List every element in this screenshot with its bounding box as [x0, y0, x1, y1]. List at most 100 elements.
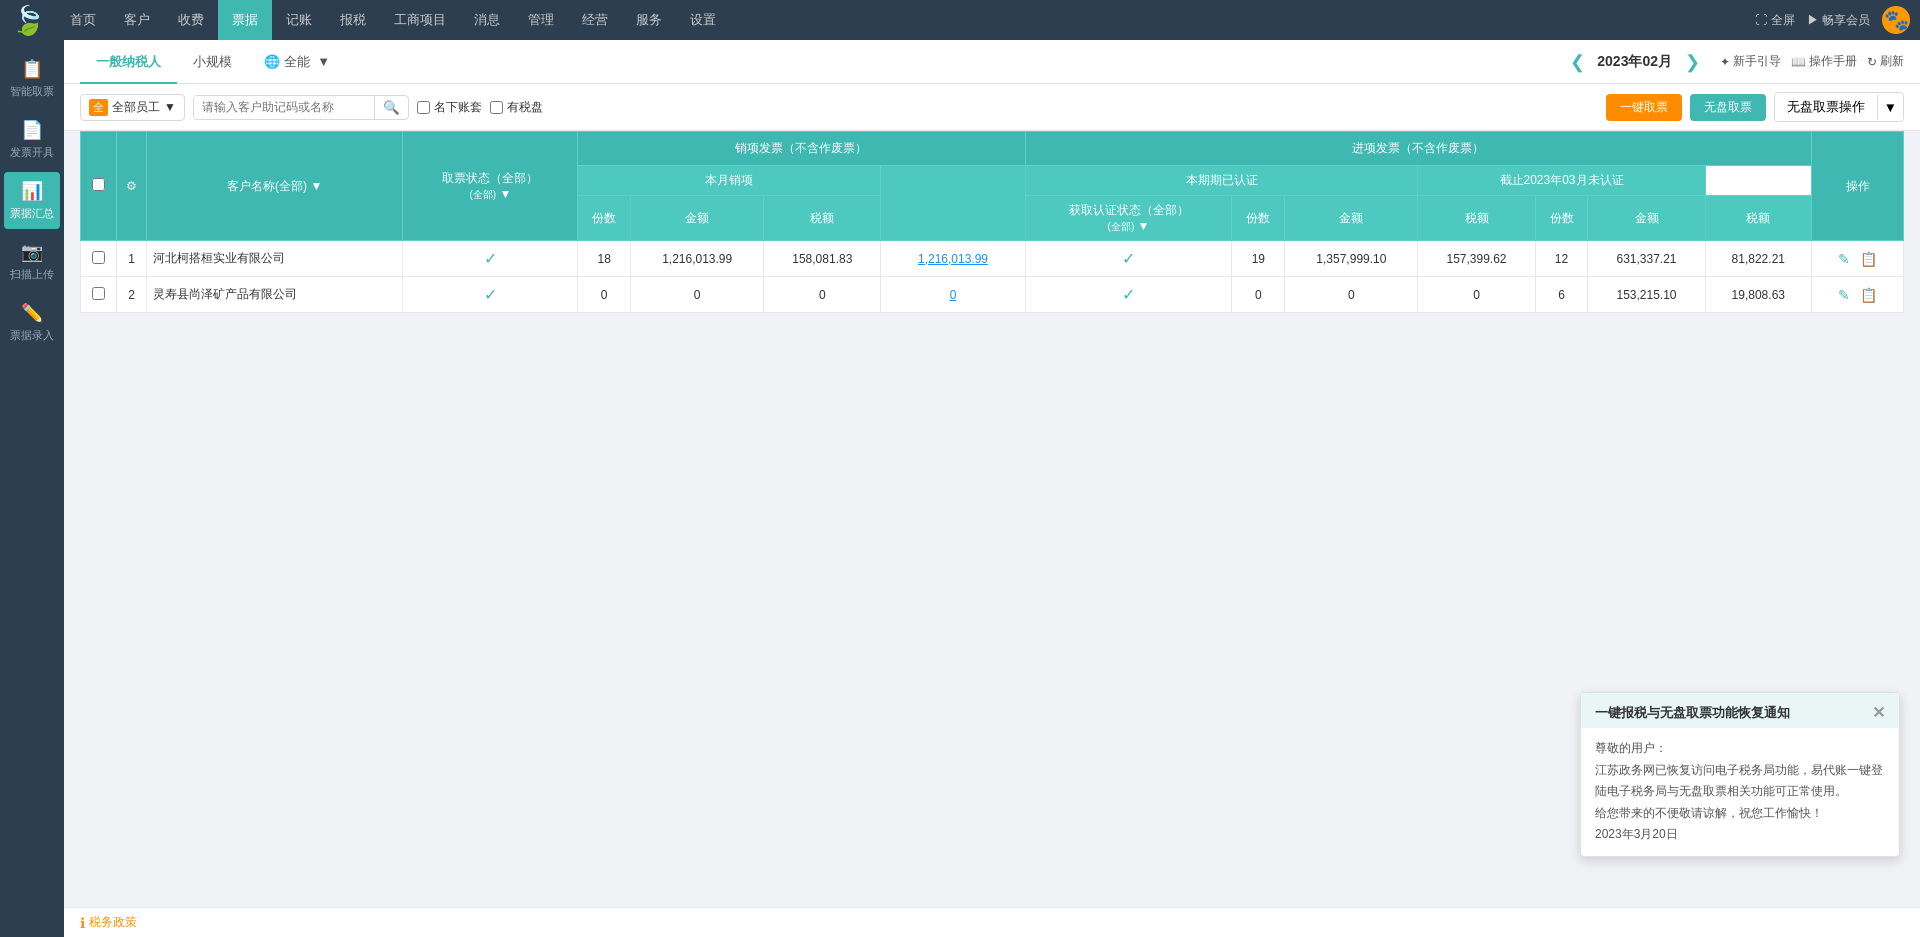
- th-checkbox: [81, 132, 117, 241]
- nav-item-fee[interactable]: 收费: [164, 0, 218, 40]
- nav-item-service[interactable]: 服务: [622, 0, 676, 40]
- row1-shares-un-cell: 12: [1535, 241, 1588, 277]
- row2-detail-icon[interactable]: 📋: [1860, 287, 1877, 303]
- row1-checkbox-cell: [81, 241, 117, 277]
- row2-customer-cell: 灵寿县尚泽矿产品有限公司: [147, 277, 403, 313]
- nav-item-manage[interactable]: 管理: [514, 0, 568, 40]
- table-header-top: ⚙ 客户名称(全部) ▼ 取票状态（全部） (全部) ▼ 销项发票（不含作废: [81, 132, 1904, 166]
- refresh-link[interactable]: ↻ 刷新: [1867, 53, 1904, 70]
- th-operation: 操作: [1812, 132, 1904, 241]
- guide-link[interactable]: ✦ 新手引导: [1720, 53, 1781, 70]
- nav-item-message[interactable]: 消息: [460, 0, 514, 40]
- row1-amount-in-cell: 1,357,999.10: [1285, 241, 1418, 277]
- tab-small-scale[interactable]: 小规模: [177, 40, 248, 84]
- th-cumulative12: [881, 166, 1025, 241]
- row1-num-cell: 1: [117, 241, 147, 277]
- top-navigation: 🍃 首页 客户 收费 票据 记账 报税 工商项目 消息 管理 经营 服务 设置 …: [0, 0, 1920, 40]
- diskless-operation-main-button[interactable]: 无盘取票操作: [1775, 93, 1877, 121]
- smart-ticket-icon: 📋: [21, 58, 43, 80]
- sidebar-item-issue-invoice[interactable]: 📄 发票开具: [4, 111, 60, 168]
- toolbar: 全 全部员工 ▼ 🔍 名下账套 有税盘 一键取票: [64, 84, 1920, 131]
- pick-status-check-icon2: ✓: [484, 286, 497, 303]
- info-icon: ℹ: [80, 915, 85, 931]
- sidebar-item-label-smart: 智能取票: [10, 84, 54, 99]
- nav-item-operation[interactable]: 经营: [568, 0, 622, 40]
- tab-full[interactable]: 🌐 全能 ▼: [248, 40, 346, 84]
- nav-item-customer[interactable]: 客户: [110, 0, 164, 40]
- date-next-button[interactable]: ❯: [1680, 50, 1704, 74]
- nav-menu: 首页 客户 收费 票据 记账 报税 工商项目 消息 管理 经营 服务 设置: [56, 0, 1755, 40]
- fullscreen-btn[interactable]: ⛶ 全屏: [1755, 12, 1794, 29]
- certify-status-filter-icon[interactable]: ▼: [1138, 219, 1150, 233]
- date-prev-button[interactable]: ❮: [1565, 50, 1589, 74]
- manual-link[interactable]: 📖 操作手册: [1791, 53, 1857, 70]
- row2-checkbox-cell: [81, 277, 117, 313]
- table-body: 1 河北柯搭桓实业有限公司 ✓ 18 1,216,013.99 158,081.…: [81, 241, 1904, 313]
- toolbar-right: 一键取票 无盘取票 无盘取票操作 ▼: [1606, 92, 1904, 122]
- diskless-operation-arrow-button[interactable]: ▼: [1877, 95, 1903, 120]
- th-purchase-invoice: 进项发票（不含作废票）: [1025, 132, 1811, 166]
- select-all-checkbox[interactable]: [92, 178, 105, 191]
- nav-item-settings[interactable]: 设置: [676, 0, 730, 40]
- table-row: 2 灵寿县尚泽矿产品有限公司 ✓ 0 0 0 0 ✓: [81, 277, 1904, 313]
- row2-tax-cell: 0: [764, 277, 881, 313]
- sub-tabs-right: ❮ 2023年02月 ❯ ✦ 新手引导 📖 操作手册 ↻ 刷新: [1565, 50, 1904, 74]
- tax-policy-link[interactable]: 税务政策: [89, 914, 137, 931]
- checkbox-own-accounts-input[interactable]: [417, 101, 430, 114]
- row1-checkbox[interactable]: [92, 251, 105, 264]
- sidebar-item-invoice-entry[interactable]: ✏️ 票据录入: [4, 294, 60, 351]
- pick-status-filter-icon[interactable]: ▼: [499, 187, 511, 201]
- row2-cumulative-link[interactable]: 0: [950, 288, 957, 302]
- tab-general-taxpayer[interactable]: 一般纳税人: [80, 40, 177, 84]
- app-logo: 🍃: [10, 2, 46, 38]
- employee-select[interactable]: 全 全部员工 ▼: [80, 94, 185, 121]
- nav-item-invoice[interactable]: 票据: [218, 0, 272, 40]
- sidebar-item-scan-upload[interactable]: 📷 扫描上传: [4, 233, 60, 290]
- customer-filter-icon[interactable]: ▼: [310, 179, 322, 193]
- th-tax: 税额: [764, 196, 881, 241]
- member-btn[interactable]: ▶ 畅享会员: [1807, 12, 1870, 29]
- row1-customer-cell: 河北柯搭桓实业有限公司: [147, 241, 403, 277]
- th-tax-un: 税额: [1705, 196, 1811, 241]
- th-pick-status: 取票状态（全部） (全部) ▼: [403, 132, 578, 241]
- row2-pick-status-cell: ✓: [403, 277, 578, 313]
- row2-edit-icon[interactable]: ✎: [1838, 287, 1850, 303]
- sidebar-item-invoice-summary[interactable]: 📊 票据汇总: [4, 172, 60, 229]
- diskless-ticket-button[interactable]: 无盘取票: [1690, 94, 1766, 121]
- notification-close-button[interactable]: ✕: [1872, 703, 1885, 722]
- row1-shares-in-cell: 19: [1232, 241, 1285, 277]
- notification-body: 尊敬的用户： 江苏政务网已恢复访问电子税务局功能，易代账一键登陆电子税务局与无盘…: [1581, 728, 1899, 856]
- row1-detail-icon[interactable]: 📋: [1860, 251, 1877, 267]
- pick-status-check-icon: ✓: [484, 250, 497, 267]
- th-settings: ⚙: [117, 132, 147, 241]
- user-avatar[interactable]: 🐾: [1882, 6, 1910, 34]
- row2-tax-in-cell: 0: [1418, 277, 1535, 313]
- th-sales-invoice: 销项发票（不含作废票）: [578, 132, 1025, 166]
- row1-cumulative-link[interactable]: 1,216,013.99: [918, 252, 988, 266]
- row2-certify-status-cell: ✓: [1025, 277, 1232, 313]
- checkbox-own-accounts[interactable]: 名下账套: [417, 99, 482, 116]
- one-click-ticket-button[interactable]: 一键取票: [1606, 94, 1682, 121]
- nav-item-bookkeeping[interactable]: 记账: [272, 0, 326, 40]
- nav-item-tax[interactable]: 报税: [326, 0, 380, 40]
- row1-amount-cell: 1,216,013.99: [631, 241, 764, 277]
- nav-item-home[interactable]: 首页: [56, 0, 110, 40]
- nav-item-business[interactable]: 工商项目: [380, 0, 460, 40]
- search-input[interactable]: [194, 96, 374, 118]
- toolbar-left: 全 全部员工 ▼ 🔍 名下账套 有税盘: [80, 94, 1596, 121]
- row1-pick-status-cell: ✓: [403, 241, 578, 277]
- checkbox-has-tax-device-input[interactable]: [490, 101, 503, 114]
- th-current-month-sales: 本月销项: [578, 166, 881, 196]
- checkbox-own-accounts-label: 名下账套: [434, 99, 482, 116]
- bottom-bar: ℹ 税务政策: [64, 907, 1920, 937]
- data-table: ⚙ 客户名称(全部) ▼ 取票状态（全部） (全部) ▼ 销项发票（不含作废: [80, 131, 1904, 313]
- search-button[interactable]: 🔍: [374, 96, 408, 119]
- settings-icon[interactable]: ⚙: [126, 179, 137, 193]
- issue-invoice-icon: 📄: [21, 119, 43, 141]
- notification-popup: 一键报税与无盘取票功能恢复通知 ✕ 尊敬的用户： 江苏政务网已恢复访问电子税务局…: [1580, 692, 1900, 857]
- sidebar-item-smart-ticket[interactable]: 📋 智能取票: [4, 50, 60, 107]
- row1-edit-icon[interactable]: ✎: [1838, 251, 1850, 267]
- row2-shares-in-cell: 0: [1232, 277, 1285, 313]
- checkbox-has-tax-device[interactable]: 有税盘: [490, 99, 543, 116]
- row2-checkbox[interactable]: [92, 287, 105, 300]
